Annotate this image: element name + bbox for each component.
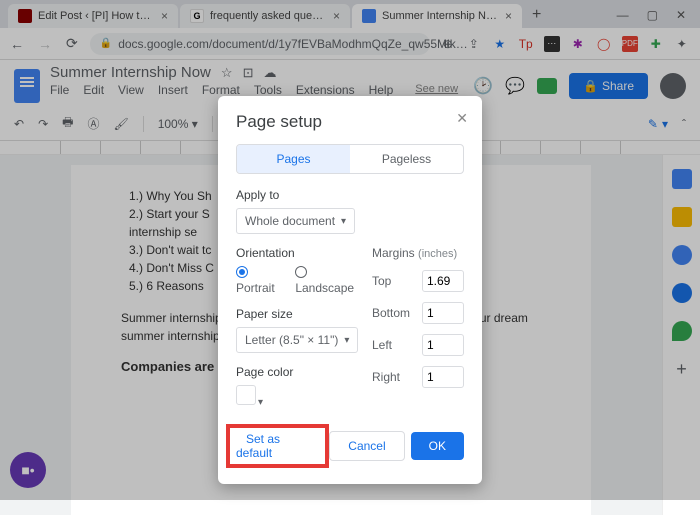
page-color-label: Page color	[236, 365, 360, 379]
apply-to-select[interactable]: Whole document	[236, 208, 355, 234]
margin-bottom-input[interactable]	[422, 302, 464, 324]
apply-to-label: Apply to	[236, 188, 464, 202]
radio-landscape[interactable]: Landscape	[295, 266, 360, 295]
dialog-title: Page setup	[236, 112, 464, 132]
margin-right-label: Right	[372, 370, 422, 384]
tab-pages[interactable]: Pages	[237, 145, 350, 173]
set-as-default-button[interactable]: Set as default	[236, 424, 282, 468]
radio-portrait[interactable]: Portrait	[236, 266, 283, 295]
paper-size-label: Paper size	[236, 307, 360, 321]
paper-size-select[interactable]: Letter (8.5" × 11")	[236, 327, 358, 353]
tab-pageless[interactable]: Pageless	[350, 145, 463, 173]
margin-top-input[interactable]	[422, 270, 464, 292]
orientation-label: Orientation	[236, 246, 360, 260]
dialog-tabs: Pages Pageless	[236, 144, 464, 174]
margins-label: Margins (inches)	[372, 246, 464, 260]
ok-button[interactable]: OK	[411, 432, 464, 460]
margin-left-label: Left	[372, 338, 422, 352]
margin-bottom-label: Bottom	[372, 306, 422, 320]
close-icon[interactable]: ✕	[456, 110, 468, 127]
cancel-button[interactable]: Cancel	[329, 431, 404, 461]
page-setup-dialog: ✕ Page setup Pages Pageless Apply to Who…	[218, 96, 482, 484]
page-color-picker[interactable]	[236, 385, 256, 405]
margin-top-label: Top	[372, 274, 422, 288]
margin-right-input[interactable]	[422, 366, 464, 388]
highlight-annotation: Set as default	[226, 424, 329, 468]
margin-left-input[interactable]	[422, 334, 464, 356]
